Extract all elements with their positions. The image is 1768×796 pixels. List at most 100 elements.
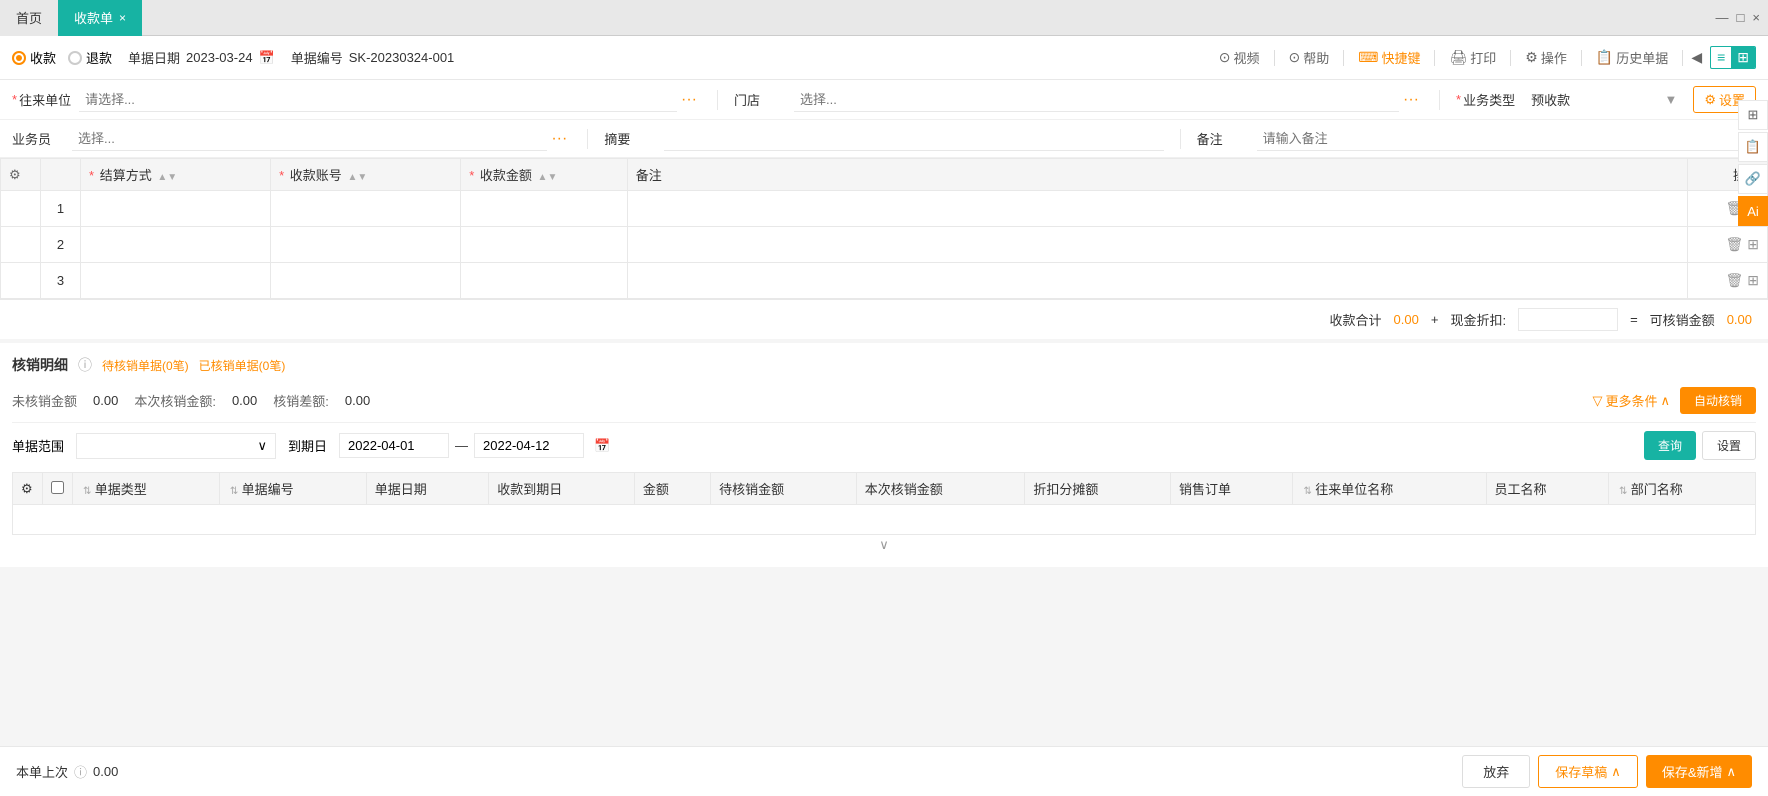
dropdown-arrow-new[interactable]: ∧ <box>1726 764 1736 780</box>
close-btn[interactable]: × <box>1752 10 1760 25</box>
save-new-btn[interactable]: 保存&新增 ∧ <box>1646 755 1752 788</box>
select-all-checkbox[interactable] <box>51 481 64 494</box>
footer-btns: 放弃 保存草稿 ∧ 保存&新增 ∧ <box>1462 755 1752 788</box>
date-to-input[interactable] <box>474 433 584 458</box>
maximize-btn[interactable]: □ <box>1737 10 1745 25</box>
cell-account-1[interactable] <box>271 191 461 227</box>
info-icon[interactable]: ⓘ <box>78 355 92 375</box>
abandon-btn[interactable]: 放弃 <box>1462 755 1530 788</box>
store-input[interactable] <box>794 88 1399 111</box>
nav-arrows: ◀ <box>1691 49 1702 66</box>
sort-doc-type[interactable]: ⇅ <box>83 487 91 497</box>
more-conditions-link[interactable]: ▽ 更多条件 ∧ <box>1592 391 1670 410</box>
cell-remark-2[interactable] <box>627 227 1687 263</box>
sort-partner[interactable]: ⇅ <box>1303 487 1311 497</box>
auto-verify-btn[interactable]: 自动核销 <box>1680 387 1756 414</box>
diff-label: 核销差额: <box>273 391 329 410</box>
cell-remark-3[interactable] <box>627 263 1687 299</box>
sort-settlement[interactable]: ▲▼ <box>157 173 177 183</box>
discount-input[interactable] <box>1518 308 1618 331</box>
supplier-more-btn[interactable]: ··· <box>677 91 701 109</box>
supplier-input-wrapper[interactable] <box>79 88 677 112</box>
gear-icon[interactable]: ⚙ <box>9 167 21 182</box>
remark-input[interactable] <box>1257 127 1756 151</box>
dropdown-arrow-draft[interactable]: ∧ <box>1611 764 1621 780</box>
supplier-input[interactable] <box>79 88 677 111</box>
cell-action-3: 🗑 ⊞ <box>1687 263 1767 299</box>
delete-row-3-btn[interactable]: 🗑 <box>1725 272 1743 289</box>
calendar-icon-2[interactable]: 📅 <box>594 438 610 454</box>
available-value: 0.00 <box>1727 312 1752 327</box>
staff-input-wrapper[interactable] <box>72 127 547 151</box>
header-right-btns: ⊙ 视频 ⊙ 帮助 ⌨ 快捷键 🖨 打印 ⚙ 操作 📋 历史单据 ◀ <box>1213 46 1756 69</box>
range-select[interactable]: ∨ <box>76 433 276 459</box>
shortcut-btn[interactable]: ⌨ 快捷键 <box>1352 46 1426 69</box>
store-input-wrapper[interactable] <box>794 88 1399 112</box>
minimize-btn[interactable]: — <box>1716 10 1729 25</box>
pending-link[interactable]: 待核销单据(0笔) <box>102 357 189 374</box>
biz-type-required: * <box>1456 92 1461 107</box>
list-view-btn[interactable]: ≡ <box>1711 47 1731 68</box>
gear-icon-bottom[interactable]: ⚙ <box>21 481 33 496</box>
tab-home[interactable]: 首页 <box>0 0 58 36</box>
grid-view-btn[interactable]: ⊞ <box>1731 47 1755 68</box>
sort-dept[interactable]: ⇅ <box>1619 487 1627 497</box>
th-settlement: * 结算方式 ▲▼ <box>81 159 271 191</box>
sidebar-clipboard-icon[interactable]: 📋 <box>1738 132 1768 162</box>
sidebar-table-icon[interactable]: ⊞ <box>1738 100 1768 130</box>
store-more-btn[interactable]: ··· <box>1399 91 1423 109</box>
save-draft-btn[interactable]: 保存草稿 ∧ <box>1538 755 1638 788</box>
biz-type-dropdown[interactable]: ▼ <box>1664 92 1677 107</box>
copy-row-2-btn[interactable]: ⊞ <box>1747 236 1759 253</box>
th-amount: * 收款金额 ▲▼ <box>461 159 628 191</box>
sidebar-link-icon[interactable]: 🔗 <box>1738 164 1768 194</box>
copy-row-3-btn[interactable]: ⊞ <box>1747 272 1759 289</box>
summary-input[interactable] <box>664 127 1163 151</box>
sidebar-ai-btn[interactable]: Ai <box>1738 196 1768 226</box>
cell-amount-2[interactable] <box>461 227 628 263</box>
cell-account-2[interactable] <box>271 227 461 263</box>
th-gear[interactable]: ⚙ <box>1 159 41 191</box>
footer-info: 本单上次 ⓘ 0.00 <box>16 762 118 781</box>
delete-row-2-btn[interactable]: 🗑 <box>1725 236 1743 253</box>
cell-amount-3[interactable] <box>461 263 628 299</box>
radio-refund[interactable]: 退款 <box>68 48 112 67</box>
th-discount: 折扣分摊额 <box>1025 473 1171 505</box>
th-partner-name: ⇅ 往来单位名称 <box>1293 473 1486 505</box>
cell-remark-1[interactable] <box>627 191 1687 227</box>
sort-account[interactable]: ▲▼ <box>347 173 367 183</box>
query-btn[interactable]: 查询 <box>1644 431 1696 460</box>
cell-account-3[interactable] <box>271 263 461 299</box>
cell-settlement-2[interactable] <box>81 227 271 263</box>
prev-arrow[interactable]: ◀ <box>1691 49 1702 66</box>
date-from-input[interactable] <box>339 433 449 458</box>
help-btn[interactable]: ⊙ 帮助 <box>1283 46 1336 69</box>
settings-btn2[interactable]: 设置 <box>1702 431 1756 460</box>
summary-group: 摘要 <box>604 127 1163 151</box>
receipt-type-group: 收款 退款 <box>12 48 112 67</box>
unchecked-label: 未核销金额 <box>12 391 77 410</box>
prev-label: 本单上次 <box>16 762 68 781</box>
sort-amount[interactable]: ▲▼ <box>538 173 558 183</box>
video-btn[interactable]: ⊙ 视频 <box>1213 46 1266 69</box>
operation-btn[interactable]: ⚙ 操作 <box>1519 46 1573 69</box>
help-icon: ⊙ <box>1289 49 1301 66</box>
sort-doc-num[interactable]: ⇅ <box>230 487 238 497</box>
history-btn[interactable]: 📋 历史单据 <box>1590 46 1674 69</box>
chevron-up-icon: ∧ <box>1660 393 1670 409</box>
print-btn[interactable]: 🖨 打印 <box>1443 46 1502 69</box>
cell-settlement-3[interactable] <box>81 263 271 299</box>
radio-receipt[interactable]: 收款 <box>12 48 56 67</box>
verified-link[interactable]: 已核销单据(0笔) <box>199 357 286 374</box>
keyboard-icon: ⌨ <box>1358 49 1378 66</box>
tab-receipt[interactable]: 收款单 × <box>58 0 142 36</box>
cell-amount-1[interactable] <box>461 191 628 227</box>
th-gear-bottom[interactable]: ⚙ <box>13 473 43 505</box>
cell-settlement-1[interactable] <box>81 191 271 227</box>
calendar-icon[interactable]: 📅 <box>259 50 275 66</box>
staff-input[interactable] <box>72 127 547 150</box>
staff-more-btn[interactable]: ··· <box>547 130 571 148</box>
tab-close-icon[interactable]: × <box>119 11 126 25</box>
expand-row[interactable]: ∨ <box>12 535 1756 555</box>
staff-group: 业务员 ··· <box>12 127 571 151</box>
